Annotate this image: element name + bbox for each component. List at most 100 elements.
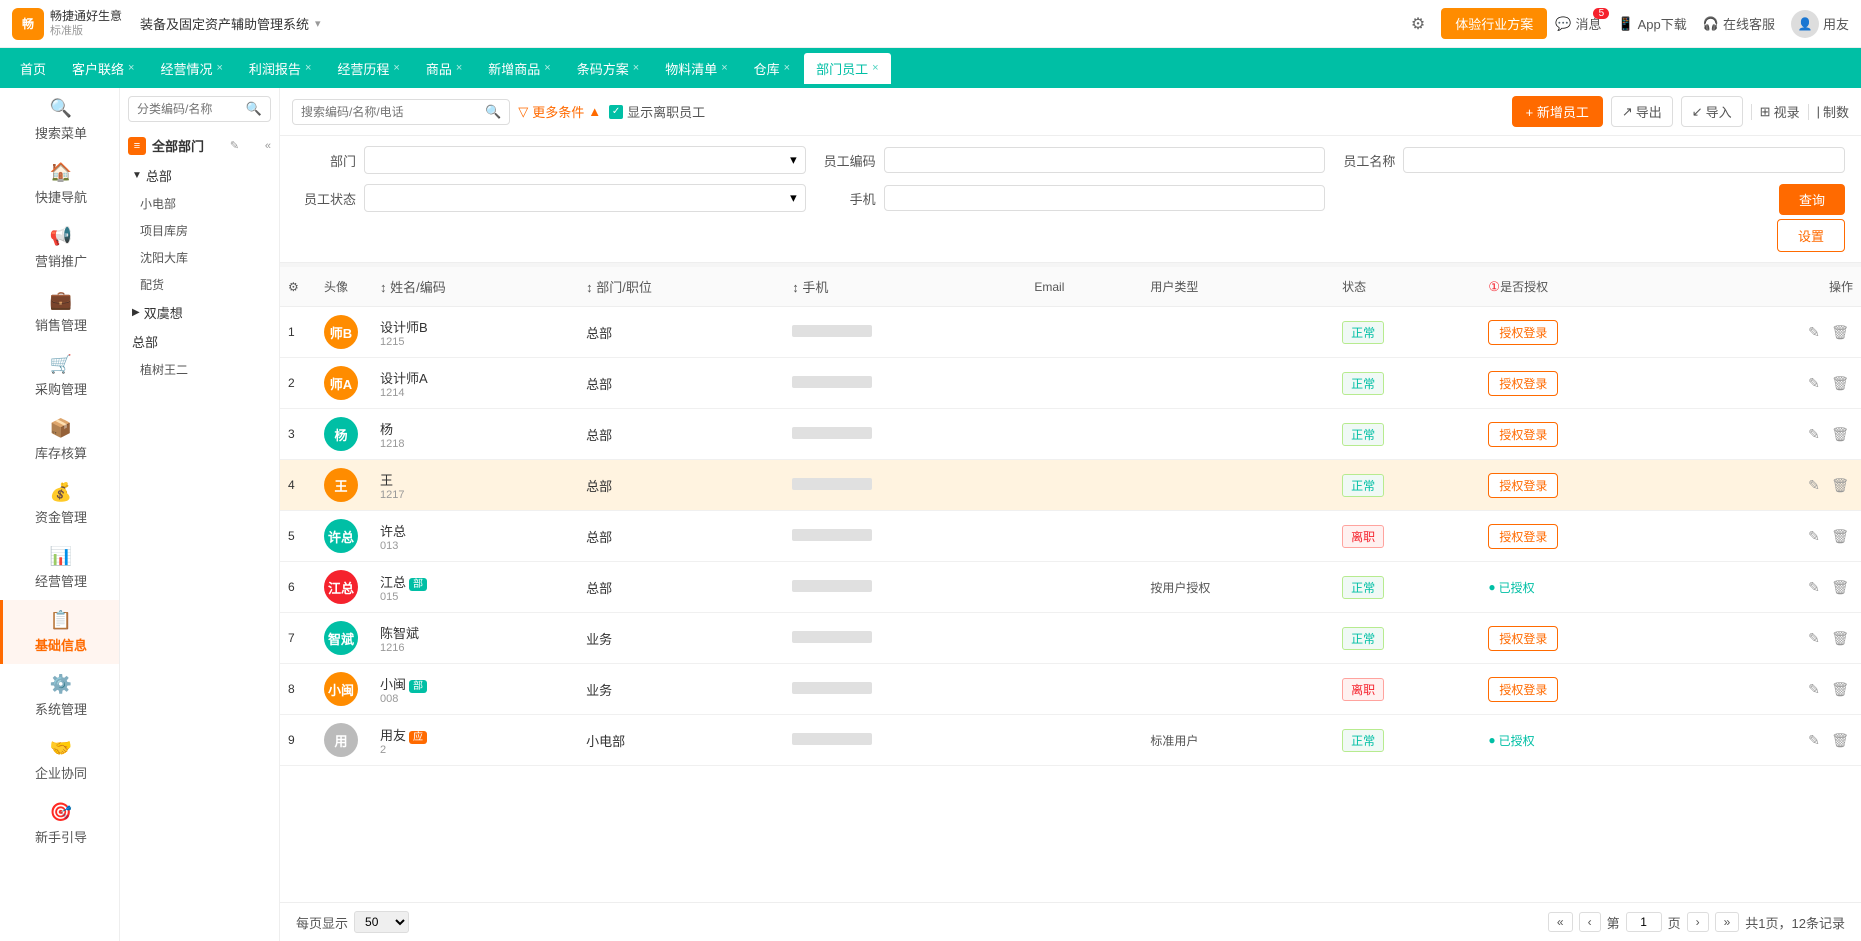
app-download-btn[interactable]: 📱 App下载 <box>1617 14 1686 33</box>
tab-customer[interactable]: 客户联络 × <box>60 53 146 84</box>
tab-close-icon[interactable]: × <box>305 62 311 74</box>
sidebar-item-basic-info[interactable]: 📋 基础信息 <box>0 600 119 664</box>
dept-item-peihuo[interactable]: 配货 <box>120 271 279 298</box>
sidebar-item-marketing[interactable]: 📢 营销推广 <box>0 216 119 280</box>
sidebar-item-purchase[interactable]: 🛒 采购管理 <box>0 344 119 408</box>
th-settings[interactable]: ⚙ <box>280 267 316 307</box>
sidebar-item-guide[interactable]: 🎯 新手引导 <box>0 792 119 856</box>
sidebar-item-nav[interactable]: 🏠 快捷导航 <box>0 152 119 216</box>
auth-login-button[interactable]: 授权登录 <box>1488 677 1558 702</box>
more-conditions-btn[interactable]: ▽ 更多条件 ▲ <box>518 102 601 121</box>
tab-close-icon[interactable]: × <box>216 62 222 74</box>
sidebar-item-collab[interactable]: 🤝 企业协同 <box>0 728 119 792</box>
dept-collapse-btn[interactable]: ✎ <box>230 139 239 152</box>
dept-item-project[interactable]: 项目库房 <box>120 217 279 244</box>
tab-close-icon[interactable]: × <box>721 62 727 74</box>
tab-home[interactable]: 首页 <box>8 53 58 84</box>
show-resigned-checkbox[interactable]: ✓ <box>609 105 623 119</box>
sidebar-item-system[interactable]: ⚙️ 系统管理 <box>0 664 119 728</box>
tab-add-goods[interactable]: 新增商品 × <box>476 53 562 84</box>
prev-page-btn[interactable]: ‹ <box>1579 912 1601 932</box>
edit-row-button[interactable]: ✎ <box>1804 730 1824 751</box>
dept-search-input[interactable] <box>137 102 242 116</box>
trial-button[interactable]: 体验行业方案 <box>1441 8 1547 39</box>
filter-empcode-input[interactable] <box>884 147 1326 173</box>
filter-status-select[interactable]: ▾ <box>364 184 806 212</box>
last-page-btn[interactable]: » <box>1715 912 1740 932</box>
title-dropdown-icon[interactable]: ▾ <box>315 17 321 30</box>
online-support-btn[interactable]: 🎧 在线客服 <box>1703 14 1775 33</box>
tab-bom[interactable]: 物料清单 × <box>653 53 739 84</box>
edit-row-button[interactable]: ✎ <box>1804 424 1824 445</box>
auth-login-button[interactable]: 授权登录 <box>1488 320 1558 345</box>
edit-row-button[interactable]: ✎ <box>1804 628 1824 649</box>
query-button[interactable]: 查询 <box>1779 184 1845 215</box>
tab-goods[interactable]: 商品 × <box>414 53 474 84</box>
th-name[interactable]: ↕ 姓名/编码 <box>372 267 578 307</box>
add-employee-button[interactable]: + 新增员工 <box>1512 96 1603 127</box>
import-button[interactable]: ↙ 导入 <box>1681 96 1743 127</box>
delete-row-button[interactable]: 🗑 <box>1827 628 1853 649</box>
filter-empname-input[interactable] <box>1403 147 1845 173</box>
next-page-btn[interactable]: › <box>1687 912 1709 932</box>
tab-barcode[interactable]: 条码方案 × <box>565 53 651 84</box>
tab-warehouse[interactable]: 仓库 × <box>742 53 802 84</box>
sidebar-item-business[interactable]: 📊 经营管理 <box>0 536 119 600</box>
auth-login-button[interactable]: 授权登录 <box>1488 473 1558 498</box>
tab-close-icon[interactable]: × <box>393 62 399 74</box>
delete-row-button[interactable]: 🗑 <box>1827 424 1853 445</box>
page-number-input[interactable] <box>1626 912 1662 932</box>
sidebar-item-search[interactable]: 🔍 搜索菜单 <box>0 88 119 152</box>
filter-phone-input[interactable] <box>884 185 1326 211</box>
dept-item-xiaodian[interactable]: 小电部 <box>120 190 279 217</box>
delete-row-button[interactable]: 🗑 <box>1827 526 1853 547</box>
edit-btn[interactable]: | 制数 <box>1817 102 1849 121</box>
page-size-select[interactable]: 50 100 <box>354 911 409 933</box>
first-page-btn[interactable]: « <box>1548 912 1573 932</box>
delete-row-button[interactable]: 🗑 <box>1827 577 1853 598</box>
tab-process[interactable]: 经营历程 × <box>325 53 411 84</box>
delete-row-button[interactable]: 🗑 <box>1827 322 1853 343</box>
dept-parent-zongbu[interactable]: ▼ 总部 <box>120 161 279 190</box>
dept-parent-zongbu2[interactable]: 总部 <box>120 327 279 356</box>
settings-icon[interactable]: ⚙ <box>1411 14 1425 34</box>
search-bar[interactable]: 🔍 <box>292 99 510 125</box>
auth-login-button[interactable]: 授权登录 <box>1488 524 1558 549</box>
th-phone[interactable]: ↕ 手机 <box>784 267 1026 307</box>
sidebar-item-inventory[interactable]: 📦 库存核算 <box>0 408 119 472</box>
delete-row-button[interactable]: 🗑 <box>1827 679 1853 700</box>
dept-parent-shuangyuxiang[interactable]: ▶ 双虞想 <box>120 298 279 327</box>
edit-row-button[interactable]: ✎ <box>1804 475 1824 496</box>
auth-login-button[interactable]: 授权登录 <box>1488 371 1558 396</box>
auth-login-button[interactable]: 授权登录 <box>1488 626 1558 651</box>
tab-close-icon[interactable]: × <box>128 62 134 74</box>
view-btn[interactable]: ⊞ 视录 <box>1760 102 1800 121</box>
edit-row-button[interactable]: ✎ <box>1804 577 1824 598</box>
show-resigned-toggle[interactable]: ✓ 显示离职员工 <box>609 102 705 121</box>
sidebar-item-sales[interactable]: 💼 销售管理 <box>0 280 119 344</box>
dept-all-header[interactable]: ≡ 全部部门 ✎ « <box>120 130 279 161</box>
dept-toggle-btn[interactable]: « <box>265 140 271 152</box>
search-input[interactable] <box>301 105 481 119</box>
edit-row-button[interactable]: ✎ <box>1804 373 1824 394</box>
tab-close-icon[interactable]: × <box>633 62 639 74</box>
tab-close-icon[interactable]: × <box>544 62 550 74</box>
tab-operation[interactable]: 经营情况 × <box>148 53 234 84</box>
tab-close-icon[interactable]: × <box>456 62 462 74</box>
export-button[interactable]: ↗ 导出 <box>1611 96 1673 127</box>
dept-item-zhishu[interactable]: 植树王二 <box>120 356 279 383</box>
edit-row-button[interactable]: ✎ <box>1804 322 1824 343</box>
edit-row-button[interactable]: ✎ <box>1804 526 1824 547</box>
th-dept[interactable]: ↕ 部门/职位 <box>578 267 784 307</box>
delete-row-button[interactable]: 🗑 <box>1827 475 1853 496</box>
edit-row-button[interactable]: ✎ <box>1804 679 1824 700</box>
tab-close-icon[interactable]: × <box>784 62 790 74</box>
sidebar-item-finance[interactable]: 💰 资金管理 <box>0 472 119 536</box>
filter-dept-select[interactable]: ▾ <box>364 146 806 174</box>
tab-dept-employee[interactable]: 部门员工 × <box>804 53 890 84</box>
dept-item-shenyang[interactable]: 沈阳大库 <box>120 244 279 271</box>
dept-search-box[interactable]: 🔍 <box>128 96 271 122</box>
tab-profit[interactable]: 利润报告 × <box>237 53 323 84</box>
tab-close-icon[interactable]: × <box>872 62 878 74</box>
delete-row-button[interactable]: 🗑 <box>1827 730 1853 751</box>
